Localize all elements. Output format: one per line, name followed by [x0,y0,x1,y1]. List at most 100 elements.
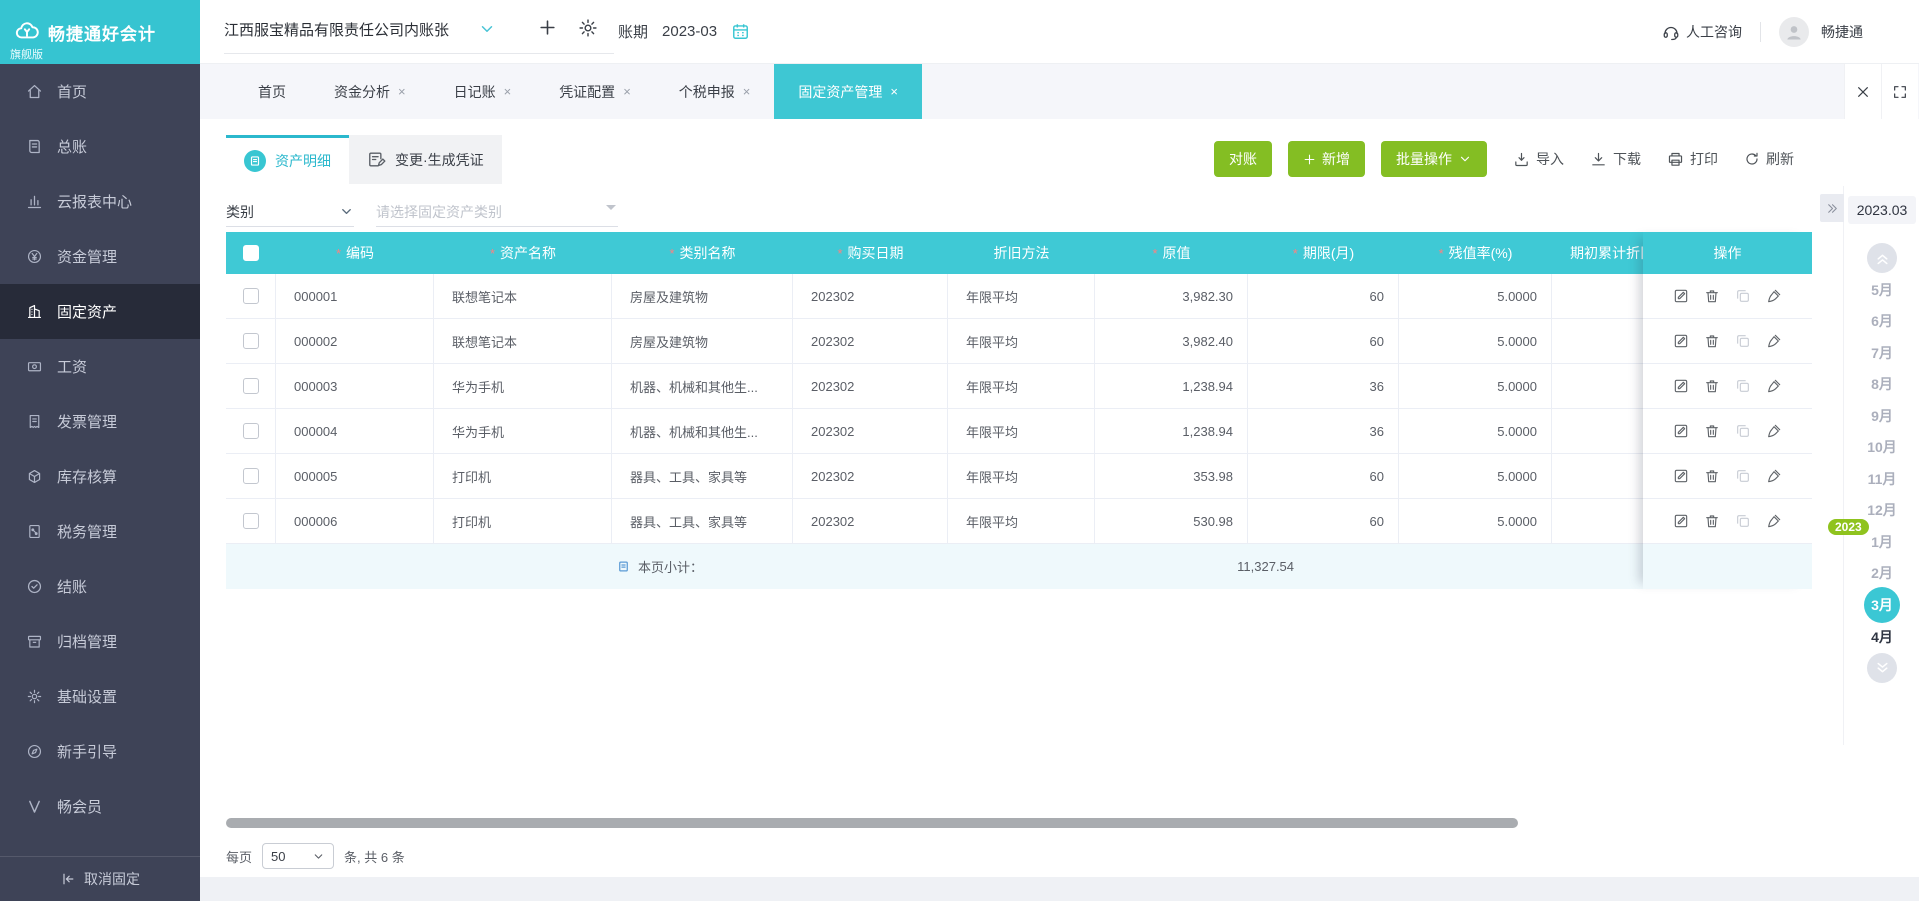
cell-original-value: 1,238.94 [1095,409,1248,453]
fullscreen-button[interactable] [1881,64,1918,119]
print-button[interactable]: 打印 [1667,149,1718,169]
tab-funds-analysis[interactable]: 资金分析 × [310,64,430,119]
subtab-label: 变更·生成凭证 [395,151,484,168]
add-button[interactable]: 新增 [1288,141,1365,177]
row-checkbox[interactable] [242,288,259,304]
double-chevron-up-icon [1874,250,1891,267]
month-item-selected[interactable]: 3月 [1864,587,1900,623]
sidebar-item-fixed-assets[interactable]: 固定资产 [0,284,200,339]
sidebar-item-member[interactable]: 畅会员 [0,779,200,834]
batch-actions-button[interactable]: 批量操作 [1381,141,1487,177]
row-checkbox[interactable] [242,513,259,529]
row-checkbox[interactable] [242,468,259,484]
calendar-icon[interactable] [731,22,750,41]
edit-icon[interactable] [1673,333,1689,349]
month-item[interactable]: 9月 [1844,400,1919,432]
edit-icon[interactable] [1673,423,1689,439]
sidebar-item-closing[interactable]: 结账 [0,559,200,614]
period-value[interactable]: 2023-03 [662,23,717,40]
months-scroll-up-button[interactable] [1867,243,1897,273]
refresh-button[interactable]: 刷新 [1744,149,1794,169]
edit-icon[interactable] [1673,378,1689,394]
month-item[interactable]: 8月 [1844,369,1919,401]
month-item[interactable]: 4月 [1844,621,1919,653]
brush-icon[interactable] [1766,333,1782,349]
delete-icon[interactable] [1704,288,1720,304]
tab-close-icon[interactable]: × [890,84,898,99]
inventory-icon [26,468,43,485]
months-scroll-down-button[interactable] [1867,653,1897,683]
tab-close-icon[interactable]: × [398,84,406,99]
delete-icon[interactable] [1704,378,1720,394]
sidebar-item-guide[interactable]: 新手引导 [0,724,200,779]
sidebar-item-general-ledger[interactable]: 总账 [0,119,200,174]
tab-close-icon[interactable]: × [504,84,512,99]
sidebar-item-settings[interactable]: 基础设置 [0,669,200,724]
import-button[interactable]: 导入 [1513,149,1564,169]
tab-home[interactable]: 首页 [234,64,310,119]
row-checkbox[interactable] [242,423,259,439]
brush-icon[interactable] [1766,513,1782,529]
delete-icon[interactable] [1704,468,1720,484]
sidebar-item-inventory[interactable]: 库存核算 [0,449,200,504]
support-button[interactable]: 人工咨询 [1662,22,1742,42]
brush-icon[interactable] [1766,423,1782,439]
sidebar-item-archive[interactable]: 归档管理 [0,614,200,669]
cell-residual-rate: 5.0000 [1399,319,1552,363]
category-filter-input[interactable] [376,197,618,227]
subtab-asset-detail[interactable]: 资产明细 [226,135,349,184]
copy-icon [1735,513,1751,529]
close-button[interactable] [1844,64,1881,119]
month-item[interactable]: 11月 [1844,463,1919,495]
scrollbar-thumb[interactable] [226,818,1518,828]
sidebar-item-tax[interactable]: 税务管理 [0,504,200,559]
month-item[interactable]: 5月 [1844,274,1919,306]
chevron-down-icon[interactable] [478,20,496,38]
sidebar-item-payroll[interactable]: 工资 [0,339,200,394]
sidebar-unpin-button[interactable]: 取消固定 [0,856,200,901]
tab-voucher-config[interactable]: 凭证配置 × [535,64,655,119]
month-item[interactable]: 7月 [1844,337,1919,369]
brush-icon[interactable] [1766,288,1782,304]
per-page-select[interactable]: 50 [262,843,335,869]
tab-journal[interactable]: 日记账 × [430,64,536,119]
tab-close-icon[interactable]: × [623,84,631,99]
cell-asset-name: 华为手机 [434,364,612,408]
delete-icon[interactable] [1704,513,1720,529]
panel-collapse-button[interactable] [1820,194,1844,222]
subtotal-actions-cell [1643,544,1812,589]
new-account-plus-icon[interactable] [538,18,557,37]
edit-icon[interactable] [1673,513,1689,529]
delete-icon[interactable] [1704,333,1720,349]
row-checkbox[interactable] [242,333,259,349]
tab-income-tax[interactable]: 个税申报 × [655,64,775,119]
brush-icon[interactable] [1766,378,1782,394]
edit-icon[interactable] [1673,468,1689,484]
delete-icon[interactable] [1704,423,1720,439]
current-period-label: 2023.03 [1848,196,1916,224]
reconcile-button[interactable]: 对账 [1214,141,1272,177]
brush-icon[interactable] [1766,468,1782,484]
row-checkbox[interactable] [242,378,259,394]
avatar[interactable] [1779,17,1809,47]
username[interactable]: 畅捷通 [1821,22,1863,42]
month-item[interactable]: 2月 [1844,558,1919,590]
sidebar-item-funds[interactable]: 资金管理 [0,229,200,284]
sidebar-item-invoices[interactable]: 发票管理 [0,394,200,449]
category-field-select[interactable]: 类别 [226,197,354,227]
tab-close-icon[interactable]: × [743,84,751,99]
company-name: 江西服宝精品有限责任公司内账张 [224,22,450,39]
sidebar-item-home[interactable]: 首页 [0,64,200,119]
month-item[interactable]: 6月 [1844,306,1919,338]
subtab-change-voucher[interactable]: 变更·生成凭证 [349,135,502,184]
download-button[interactable]: 下载 [1590,149,1641,169]
month-item[interactable]: 10月 [1844,432,1919,464]
settings-gear-icon[interactable] [578,18,598,38]
edit-icon[interactable] [1673,288,1689,304]
tab-label: 凭证配置 [559,83,616,100]
header-code: * 编码 [335,245,375,261]
select-all-checkbox[interactable] [243,245,259,261]
page-subtotal-row: 本页小计： 11,327.54 [226,544,1812,589]
sidebar-item-cloud-reports[interactable]: 云报表中心 [0,174,200,229]
tab-fixed-assets[interactable]: 固定资产管理 × [774,64,922,119]
